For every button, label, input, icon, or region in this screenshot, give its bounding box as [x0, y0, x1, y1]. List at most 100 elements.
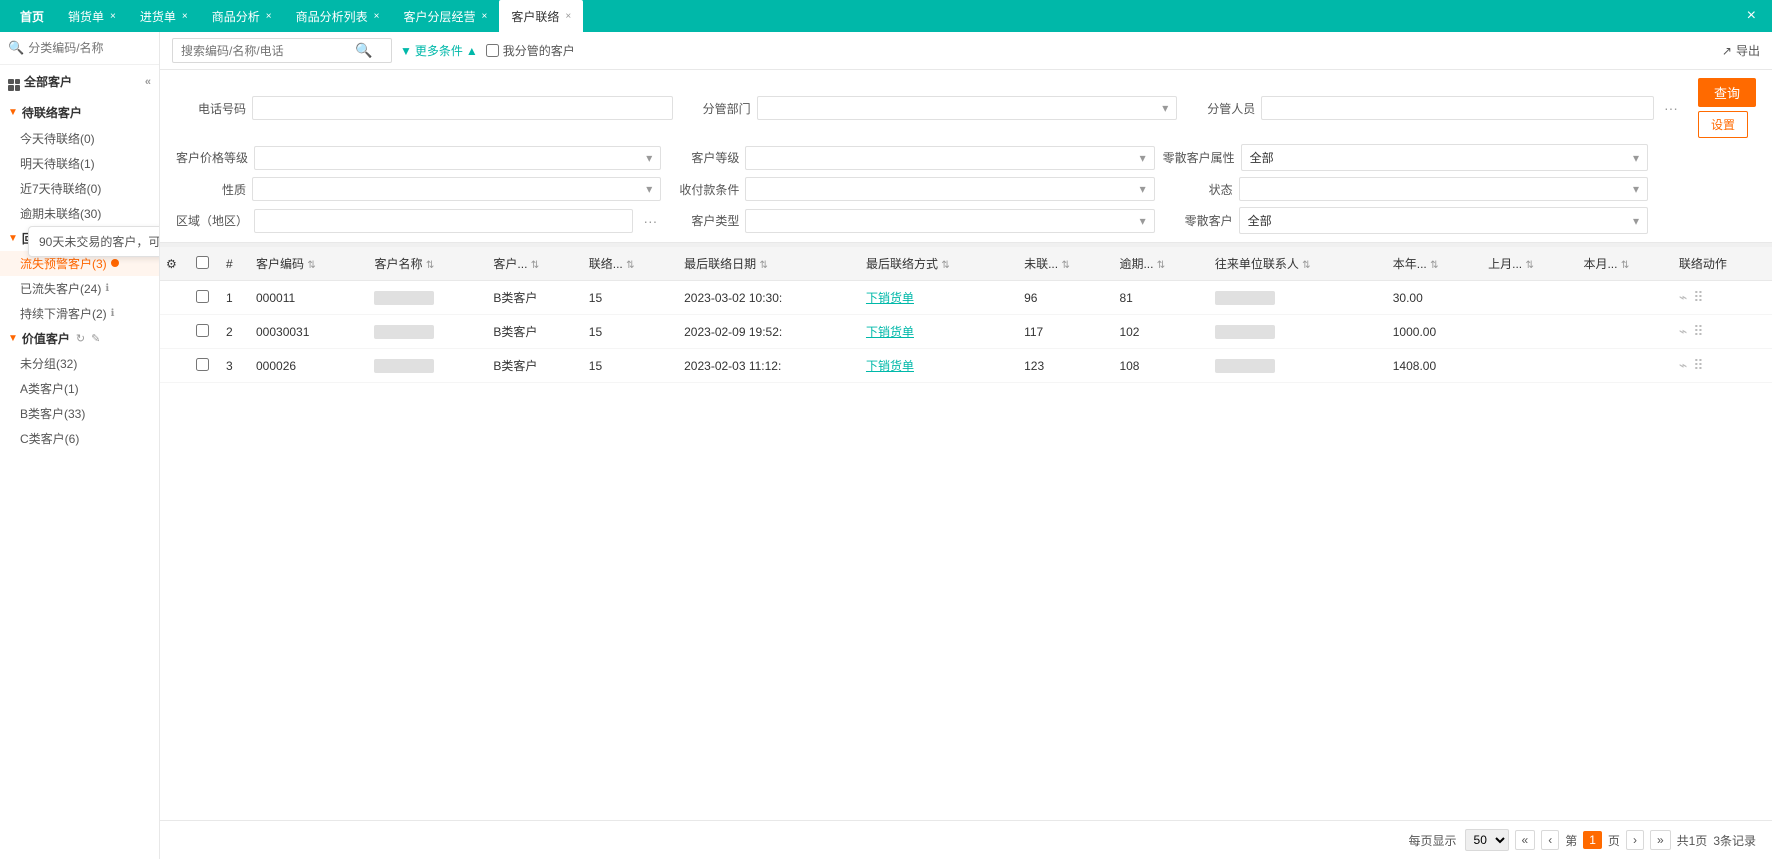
col-name[interactable]: 客户名称 ⇅	[368, 247, 487, 281]
row-checkbox-2[interactable]	[190, 349, 220, 383]
my-customers-checkbox-label[interactable]: 我分管的客户	[486, 42, 575, 59]
col-settings[interactable]: ⚙	[160, 247, 190, 281]
more-action-icon-1[interactable]: ⠿	[1693, 323, 1703, 340]
contact-action-icon-1[interactable]: ⌁	[1679, 323, 1687, 340]
sidebar-item-unclassified[interactable]: 未分组(32)	[0, 351, 159, 376]
sidebar-search-icon[interactable]: 🔍	[8, 40, 24, 56]
nav-tab-sales[interactable]: 销货单 ×	[56, 0, 128, 32]
search-input[interactable]	[181, 44, 351, 58]
close-tab-sales[interactable]: ×	[110, 11, 116, 22]
more-action-icon-0[interactable]: ⠿	[1693, 289, 1703, 306]
sidebar-item-overdue[interactable]: 逾期未联络(30)	[0, 201, 159, 226]
row-code-2: 000026	[250, 349, 368, 383]
sidebar-item-today[interactable]: 今天待联络(0)	[0, 126, 159, 151]
filter-customer-type-select[interactable]: ▾	[745, 209, 1154, 233]
sidebar-item-week[interactable]: 近7天待联络(0)	[0, 176, 159, 201]
more-action-icon-2[interactable]: ⠿	[1693, 357, 1703, 374]
current-page-number: 1	[1583, 831, 1602, 849]
sidebar-group-pending-contact[interactable]: ▼ 待联络客户	[0, 99, 159, 126]
filter-scattered-select[interactable]: 全部 ▾	[1239, 207, 1648, 234]
settings-button[interactable]: 设置	[1698, 111, 1748, 138]
filter-scattered-attr-select[interactable]: 全部 ▾	[1241, 144, 1648, 171]
row-checkbox-input-0[interactable]	[196, 290, 209, 303]
col-last-month[interactable]: 上月... ⇅	[1482, 247, 1577, 281]
export-button[interactable]: ↗ 导出	[1722, 42, 1760, 59]
close-tab-customer-segment[interactable]: ×	[481, 11, 487, 22]
row-checkbox-input-1[interactable]	[196, 324, 209, 337]
my-customers-checkbox[interactable]	[486, 44, 499, 57]
close-tab-analysis[interactable]: ×	[266, 11, 272, 22]
filter-customer-level-select[interactable]: ▾	[745, 146, 1154, 170]
sidebar-item-a-class[interactable]: A类客户(1)	[0, 376, 159, 401]
more-conditions-button[interactable]: ▼ 更多条件 ▲	[400, 42, 478, 59]
sidebar-search-input[interactable]	[28, 41, 160, 55]
next-page-button[interactable]: ›	[1626, 830, 1644, 850]
row-name-blurred-1: blurred	[374, 325, 434, 339]
prev-page-button[interactable]: ‹	[1541, 830, 1559, 850]
last-page-button[interactable]: »	[1650, 830, 1671, 850]
close-tab-customer-contact[interactable]: ×	[565, 11, 571, 22]
col-type[interactable]: 客户... ⇅	[487, 247, 582, 281]
sidebar-item-already-lost[interactable]: 已流失客户(24) ℹ	[0, 276, 159, 301]
edit-icon[interactable]: ✎	[91, 332, 100, 345]
nav-tab-customer-contact[interactable]: 客户联络 ×	[499, 0, 583, 32]
filter-payment-select[interactable]: ▾	[745, 177, 1154, 201]
filter-status-select[interactable]: ▾	[1239, 177, 1648, 201]
row-last-way-2[interactable]: 下销货单	[860, 349, 1018, 383]
select-all-checkbox[interactable]	[196, 256, 209, 269]
row-checkbox-1[interactable]	[190, 315, 220, 349]
more-manager-button[interactable]: ···	[1660, 100, 1682, 116]
col-contact[interactable]: 联络... ⇅	[583, 247, 678, 281]
filter-manager-input[interactable]	[1261, 96, 1654, 120]
sidebar-item-c-class[interactable]: C类客户(6)	[0, 426, 159, 451]
filter-phone-input[interactable]	[252, 96, 673, 120]
info-icon-recover: ℹ	[111, 308, 115, 319]
nav-tab-analysis[interactable]: 商品分析 ×	[200, 0, 284, 32]
filter-payment-label: 收付款条件	[669, 181, 739, 198]
sidebar-item-recover[interactable]: 持续下滑客户(2) ℹ	[0, 301, 159, 326]
chevron-down-icon: ▾	[1162, 101, 1168, 115]
page-size-select[interactable]: 50	[1465, 829, 1509, 851]
row-contact-person-2: blurred	[1209, 349, 1387, 383]
nav-tab-customer-segment[interactable]: 客户分层经营 ×	[391, 0, 499, 32]
nav-tab-purchase[interactable]: 进货单 ×	[128, 0, 200, 32]
sidebar-item-tomorrow[interactable]: 明天待联络(1)	[0, 151, 159, 176]
total-pages: 共1页	[1677, 832, 1708, 849]
sidebar-collapse-button[interactable]: «	[145, 76, 151, 88]
col-contact-person[interactable]: 往来单位联系人 ⇅	[1209, 247, 1387, 281]
search-button[interactable]: 🔍	[355, 42, 372, 59]
filter-price-level-select[interactable]: ▾	[254, 146, 661, 170]
nav-tab-home[interactable]: 首页	[8, 0, 56, 32]
row-last-way-link-1[interactable]: 下销货单	[866, 325, 914, 339]
col-this-year[interactable]: 本年... ⇅	[1387, 247, 1482, 281]
filter-nature-select[interactable]: ▾	[252, 177, 661, 201]
col-last-contact-way[interactable]: 最后联络方式 ⇅	[860, 247, 1018, 281]
close-tab-purchase[interactable]: ×	[182, 11, 188, 22]
close-tab-analysis-list[interactable]: ×	[374, 11, 380, 22]
col-overdue[interactable]: 逾期... ⇅	[1113, 247, 1208, 281]
filter-dept-select[interactable]: ▾	[757, 96, 1178, 120]
query-button[interactable]: 查询	[1698, 78, 1756, 107]
first-page-button[interactable]: «	[1515, 830, 1536, 850]
row-last-way-link-2[interactable]: 下销货单	[866, 359, 914, 373]
contact-action-icon-0[interactable]: ⌁	[1679, 289, 1687, 306]
col-this-month[interactable]: 本月... ⇅	[1577, 247, 1672, 281]
col-last-contact-date[interactable]: 最后联络日期 ⇅	[678, 247, 860, 281]
col-code[interactable]: 客户编码 ⇅	[250, 247, 368, 281]
col-un-contact[interactable]: 未联... ⇅	[1018, 247, 1113, 281]
close-all-button[interactable]: ×	[1739, 7, 1764, 25]
row-last-way-link-0[interactable]: 下销货单	[866, 291, 914, 305]
refresh-icon[interactable]: ↻	[76, 332, 85, 345]
row-last-month-1	[1482, 315, 1577, 349]
nav-tab-analysis-list[interactable]: 商品分析列表 ×	[284, 0, 392, 32]
row-last-way-0[interactable]: 下销货单	[860, 281, 1018, 315]
more-region-button[interactable]: ···	[639, 213, 661, 229]
contact-action-icon-2[interactable]: ⌁	[1679, 357, 1687, 374]
sidebar-item-b-class[interactable]: B类客户(33)	[0, 401, 159, 426]
filter-region-input[interactable]	[254, 209, 633, 233]
row-last-way-1[interactable]: 下销货单	[860, 315, 1018, 349]
row-checkbox-input-2[interactable]	[196, 358, 209, 371]
sidebar-all-customers[interactable]: 全部客户 «	[0, 65, 159, 99]
filter-scattered-label: 零散客户	[1163, 212, 1233, 229]
row-checkbox-0[interactable]	[190, 281, 220, 315]
